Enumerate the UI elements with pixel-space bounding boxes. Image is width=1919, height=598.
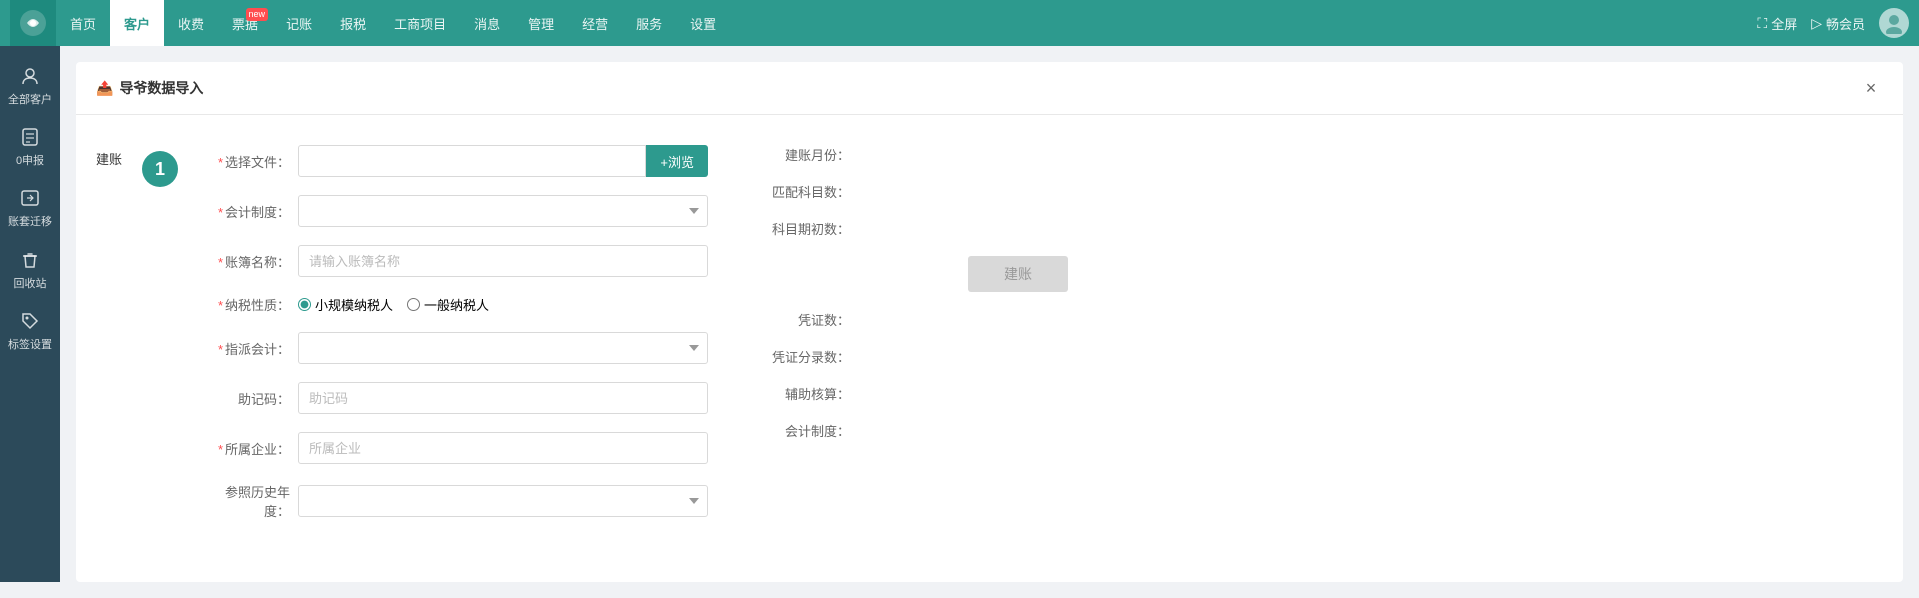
file-label: 选择文件： — [208, 152, 298, 171]
accounting-system-select[interactable] — [298, 195, 708, 227]
assign-accountant-select[interactable] — [298, 332, 708, 364]
nav-item-tax[interactable]: 报税 — [326, 0, 380, 46]
info-row-auxiliary-accounting: 辅助核算： — [768, 384, 1108, 403]
new-badge: new — [246, 8, 269, 21]
info-section: 建账月份： 匹配科目数： 科目期初数： 建账 凭证数： — [708, 145, 1108, 538]
browse-button[interactable]: +浏览 — [646, 145, 708, 177]
sidebar-item-all-customers[interactable]: 全部客户 — [0, 56, 60, 117]
sidebar-item-tag-settings-label: 标签设置 — [8, 339, 52, 352]
nav-right: ⛶ 全屏 ▷ 畅会员 — [1757, 8, 1909, 38]
voucher-entries-label: 凭证分录数： — [768, 347, 858, 366]
affiliate-enterprise-input[interactable] — [298, 432, 708, 464]
radio-small-label: 小规模纳税人 — [315, 295, 393, 314]
file-input-group: +浏览 — [298, 145, 708, 177]
radio-small-input[interactable] — [298, 298, 311, 311]
radio-general-taxpayer[interactable]: 一般纳税人 — [407, 295, 489, 314]
form-row-memo-code: 助记码： — [208, 382, 708, 414]
reference-year-label: 参照历史年度： — [208, 482, 298, 520]
affiliate-enterprise-label: 所属企业： — [208, 439, 298, 458]
nav-item-messages[interactable]: 消息 — [460, 0, 514, 46]
nav-item-bookkeeping[interactable]: 记账 — [272, 0, 326, 46]
play-icon: ▷ — [1811, 15, 1822, 32]
nav-item-operations[interactable]: 经营 — [568, 0, 622, 46]
sidebar-item-account-migration[interactable]: 账套迁移 — [0, 178, 60, 239]
card-header: 📤 导爷数据导入 × — [76, 62, 1903, 115]
step-label: 建账 — [96, 149, 122, 168]
close-button[interactable]: × — [1859, 76, 1883, 100]
zero-declaration-icon — [20, 127, 40, 152]
form-row-affiliate-enterprise: 所属企业： — [208, 432, 708, 464]
step-circle: 1 — [142, 151, 178, 187]
sidebar-item-recycle-bin[interactable]: 回收站 — [0, 240, 60, 301]
form-row-accounting-system: 会计制度： — [208, 195, 708, 227]
step-section: 1 — [142, 145, 178, 187]
info-row-voucher-count: 凭证数： — [768, 310, 1108, 329]
card-title: 📤 导爷数据导入 — [96, 78, 203, 98]
accounting-system-select-wrapper — [298, 195, 708, 227]
sidebar-item-tag-settings[interactable]: 标签设置 — [0, 301, 60, 362]
import-card: 📤 导爷数据导入 × 建账 1 选择文件： — [76, 62, 1903, 582]
info-row-match-subjects: 匹配科目数： — [768, 182, 1108, 201]
sidebar-item-recycle-bin-label: 回收站 — [14, 278, 47, 291]
nav-item-customer[interactable]: 客户 — [110, 0, 164, 46]
form-row-tax-nature: 纳税性质： 小规模纳税人 一般纳税人 — [208, 295, 708, 314]
subject-initial-label: 科目期初数： — [768, 219, 858, 238]
all-customers-icon — [20, 66, 40, 91]
nav-item-management[interactable]: 管理 — [514, 0, 568, 46]
radio-small-taxpayer[interactable]: 小规模纳税人 — [298, 295, 393, 314]
form-row-assign-accountant: 指派会计： — [208, 332, 708, 364]
accounting-system-info-label: 会计制度： — [768, 421, 858, 440]
info-row-accounting-system: 会计制度： — [768, 421, 1108, 440]
avatar[interactable] — [1879, 8, 1909, 38]
tax-nature-label: 纳税性质： — [208, 295, 298, 314]
fullscreen-button[interactable]: ⛶ 全屏 — [1757, 14, 1797, 33]
info-row-voucher-entries: 凭证分录数： — [768, 347, 1108, 366]
voucher-count-label: 凭证数： — [768, 310, 858, 329]
ledger-name-label: 账簿名称： — [208, 252, 298, 271]
form-row-ledger-name: 账簿名称： — [208, 245, 708, 277]
reference-year-select-wrapper — [298, 485, 708, 517]
memo-code-label: 助记码： — [208, 389, 298, 408]
recycle-bin-icon — [20, 250, 40, 275]
accounting-system-label: 会计制度： — [208, 202, 298, 221]
tax-nature-radio-group: 小规模纳税人 一般纳税人 — [298, 295, 708, 314]
sidebar-item-all-customers-label: 全部客户 — [8, 94, 52, 107]
form-row-file: 选择文件： +浏览 — [208, 145, 708, 177]
build-account-button[interactable]: 建账 — [968, 256, 1068, 292]
account-migration-icon — [20, 188, 40, 213]
form-section: 选择文件： +浏览 会计制度： — [208, 145, 708, 538]
nav-item-ticket[interactable]: 票据 new — [218, 0, 272, 46]
sidebar: 全部客户 0申报 账套迁移 回收站 — [0, 46, 60, 582]
info-row-subject-initial: 科目期初数： — [768, 219, 1108, 238]
info-row-build-month: 建账月份： — [768, 145, 1108, 164]
nav-item-settings[interactable]: 设置 — [676, 0, 730, 46]
match-subjects-label: 匹配科目数： — [768, 182, 858, 201]
auxiliary-accounting-label: 辅助核算： — [768, 384, 858, 403]
import-icon: 📤 — [96, 80, 113, 97]
logo[interactable] — [10, 0, 56, 46]
memo-code-input[interactable] — [298, 382, 708, 414]
nav-item-home[interactable]: 首页 — [56, 0, 110, 46]
top-nav: 首页 客户 收费 票据 new 记账 报税 工商项目 消息 管理 经营 服务 设… — [0, 0, 1919, 46]
nav-item-services[interactable]: 服务 — [622, 0, 676, 46]
radio-general-label: 一般纳税人 — [424, 295, 489, 314]
assign-accountant-select-wrapper — [298, 332, 708, 364]
assign-accountant-label: 指派会计： — [208, 339, 298, 358]
form-row-reference-year: 参照历史年度： — [208, 482, 708, 520]
sidebar-item-account-migration-label: 账套迁移 — [8, 216, 52, 229]
file-input[interactable] — [298, 145, 646, 177]
nav-item-business-projects[interactable]: 工商项目 — [380, 0, 460, 46]
reference-year-select[interactable] — [298, 485, 708, 517]
main-content: 📤 导爷数据导入 × 建账 1 选择文件： — [60, 46, 1919, 598]
sidebar-item-zero-declaration-label: 0申报 — [16, 155, 44, 168]
build-month-label: 建账月份： — [768, 145, 858, 164]
tag-settings-icon — [20, 311, 40, 336]
sidebar-item-zero-declaration[interactable]: 0申报 — [0, 117, 60, 178]
ledger-name-input[interactable] — [298, 245, 708, 277]
radio-general-input[interactable] — [407, 298, 420, 311]
fullscreen-icon: ⛶ — [1757, 15, 1767, 32]
card-body: 建账 1 选择文件： +浏览 会计制度： — [76, 115, 1903, 568]
nav-item-fee[interactable]: 收费 — [164, 0, 218, 46]
member-button[interactable]: ▷ 畅会员 — [1811, 14, 1865, 33]
